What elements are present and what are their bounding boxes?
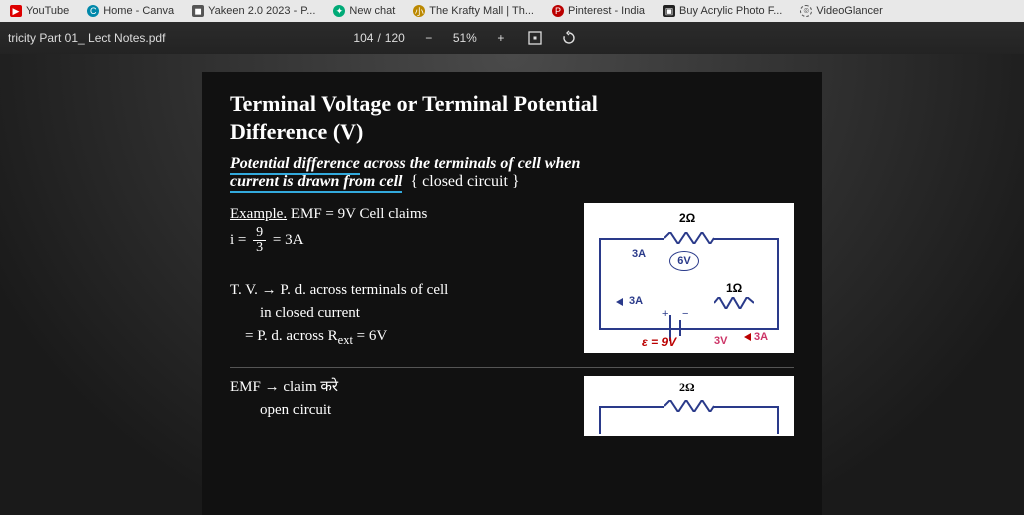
fraction: 9 3 <box>253 226 266 255</box>
tab-canva[interactable]: C Home - Canva <box>81 3 180 19</box>
resistor-icon <box>714 297 754 309</box>
tab-youtube[interactable]: ▶ YouTube <box>4 3 75 19</box>
mall-icon: 小 <box>413 5 425 17</box>
fit-page-button[interactable] <box>525 28 545 48</box>
tab-label: VideoGlancer <box>816 5 882 17</box>
tab-label: Home - Canva <box>103 5 174 17</box>
example-working: Example. EMF = 9V Cell claims i = 9 3 = … <box>230 203 566 350</box>
pdf-toolbar: tricity Part 01_ Lect Notes.pdf 104 / 12… <box>0 22 1024 54</box>
page-title: Terminal Voltage or Terminal Potential D… <box>230 90 794 145</box>
tab-yakeen[interactable]: ◼ Yakeen 2.0 2023 - P... <box>186 3 321 19</box>
youtube-icon: ▶ <box>10 5 22 17</box>
label-voltage-ext: 6V <box>669 251 699 271</box>
yakeen-icon: ◼ <box>192 5 204 17</box>
arrow-left-icon <box>744 333 751 341</box>
slide: Terminal Voltage or Terminal Potential D… <box>202 72 822 515</box>
zoom-level: 51% <box>453 31 477 45</box>
resistor-icon <box>664 232 714 244</box>
open-circuit-block: EMF → claim करे open circuit 2Ω <box>230 376 794 436</box>
canva-icon: C <box>87 5 99 17</box>
tab-label: Yakeen 2.0 2023 - P... <box>208 5 315 17</box>
pdf-page-area[interactable]: Terminal Voltage or Terminal Potential D… <box>0 54 1024 515</box>
tab-kraftymall[interactable]: 小 The Krafty Mall | Th... <box>407 3 540 19</box>
label-r-int: 1Ω <box>726 281 742 295</box>
rotate-icon <box>561 30 577 46</box>
circuit-diagram-closed: 2Ω 3A 6V 1Ω 3A + − ε = 9V 3 <box>584 203 794 353</box>
tab-label: Pinterest - India <box>568 5 645 17</box>
definition-text: Potential difference across the terminal… <box>230 155 794 191</box>
label-r-ext: 2Ω <box>679 211 695 225</box>
zoom-in-button[interactable]: + <box>491 28 511 48</box>
circuit-diagram-open: 2Ω <box>584 376 794 436</box>
page-total: 120 <box>385 31 405 45</box>
chat-icon: ✦ <box>333 5 345 17</box>
tab-label: New chat <box>349 5 395 17</box>
photo-icon: ▣ <box>663 5 675 17</box>
label-current-bot: 3A <box>754 331 768 343</box>
pinterest-icon: P <box>552 5 564 17</box>
label-r-ext: 2Ω <box>679 380 695 395</box>
zoom-out-button[interactable]: − <box>419 28 439 48</box>
label-emf: ε = 9V <box>642 335 676 349</box>
divider <box>230 367 794 368</box>
label-v-int: 3V <box>714 335 727 347</box>
page-indicator: 104 / 120 <box>353 31 404 45</box>
arrow-left-icon <box>616 298 623 306</box>
resistor-icon <box>664 400 714 412</box>
tab-label: Buy Acrylic Photo F... <box>679 5 782 17</box>
fit-page-icon <box>527 30 543 46</box>
label-current-left: 3A <box>629 295 643 307</box>
tab-acrylic[interactable]: ▣ Buy Acrylic Photo F... <box>657 3 788 19</box>
tab-newchat[interactable]: ✦ New chat <box>327 3 401 19</box>
tab-label: YouTube <box>26 5 69 17</box>
page-current: 104 <box>353 31 373 45</box>
label-current-top: 3A <box>632 248 646 260</box>
tab-pinterest[interactable]: P Pinterest - India <box>546 3 651 19</box>
pdf-filename: tricity Part 01_ Lect Notes.pdf <box>8 31 165 45</box>
rotate-button[interactable] <box>559 28 579 48</box>
browser-tab-strip: ▶ YouTube C Home - Canva ◼ Yakeen 2.0 20… <box>0 0 1024 22</box>
tab-videoglancer[interactable]: ⌾ VideoGlancer <box>794 3 888 19</box>
tab-label: The Krafty Mall | Th... <box>429 5 534 17</box>
videoglancer-icon: ⌾ <box>800 5 812 17</box>
example-block: Example. EMF = 9V Cell claims i = 9 3 = … <box>230 203 794 353</box>
